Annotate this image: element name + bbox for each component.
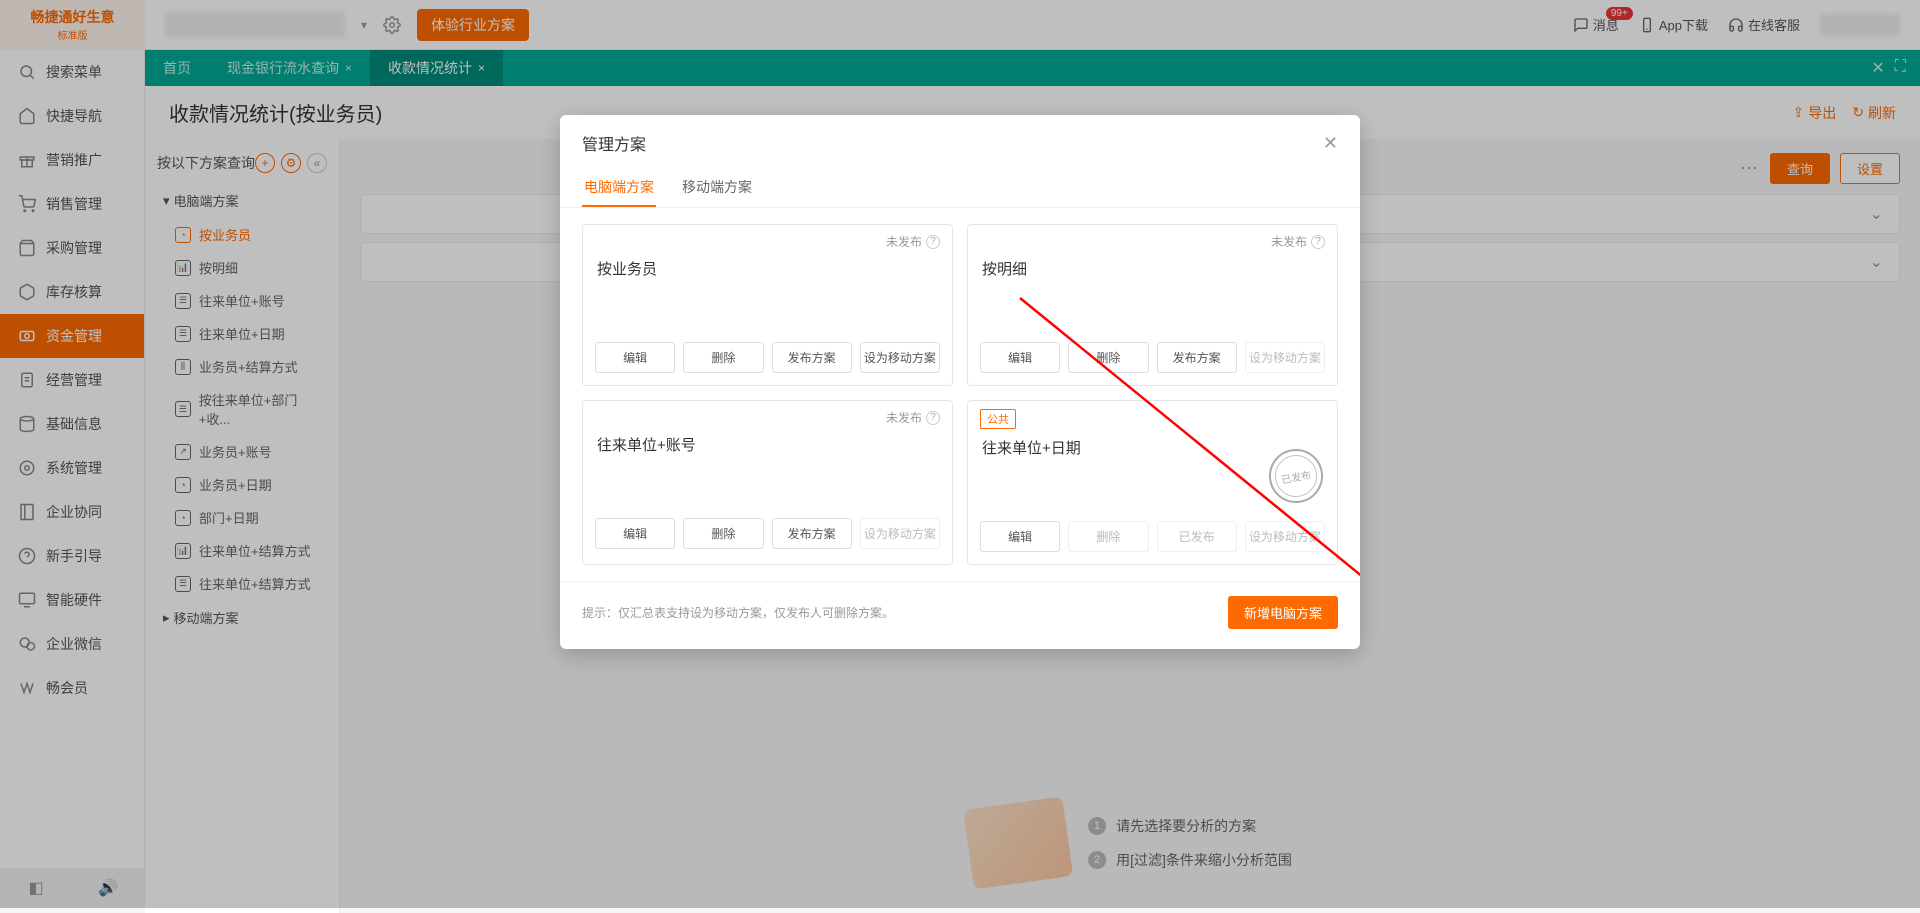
set-mobile-button[interactable]: 设为移动方案 — [860, 342, 940, 373]
modal-overlay: 管理方案 ✕ 电脑端方案 移动端方案 未发布? 按业务员 编辑 删除 发布方案 … — [0, 0, 1920, 908]
modal-tab-mobile[interactable]: 移动端方案 — [680, 169, 754, 207]
card-status: 未发布? — [968, 225, 1337, 254]
edit-button[interactable]: 编辑 — [595, 342, 675, 373]
modal-hint: 提示：仅汇总表支持设为移动方案，仅发布人可删除方案。 — [582, 604, 894, 621]
card-actions: 编辑 删除 已发布 设为移动方案 — [968, 511, 1337, 564]
modal-close-icon[interactable]: ✕ — [1323, 133, 1338, 154]
modal-header: 管理方案 ✕ — [560, 115, 1360, 165]
info-icon[interactable]: ? — [926, 235, 940, 249]
modal-body: 未发布? 按业务员 编辑 删除 发布方案 设为移动方案 未发布? 按明细 编辑 … — [560, 208, 1360, 581]
card-status: 未发布? — [583, 401, 952, 430]
scheme-card: 未发布? 按业务员 编辑 删除 发布方案 设为移动方案 — [582, 224, 953, 386]
card-status: 未发布? — [583, 225, 952, 254]
delete-button: 删除 — [1068, 521, 1148, 552]
edit-button[interactable]: 编辑 — [595, 518, 675, 549]
delete-button[interactable]: 删除 — [683, 342, 763, 373]
card-title: 按明细 — [968, 254, 1337, 332]
set-mobile-button: 设为移动方案 — [1245, 521, 1325, 552]
info-icon[interactable]: ? — [1311, 235, 1325, 249]
scheme-card: 公共 往来单位+日期 已发布 编辑 删除 已发布 设为移动方案 — [967, 400, 1338, 565]
card-title: 按业务员 — [583, 254, 952, 332]
publish-button[interactable]: 发布方案 — [1157, 342, 1237, 373]
modal-tab-desktop[interactable]: 电脑端方案 — [582, 169, 656, 207]
manage-scheme-modal: 管理方案 ✕ 电脑端方案 移动端方案 未发布? 按业务员 编辑 删除 发布方案 … — [560, 115, 1360, 649]
delete-button[interactable]: 删除 — [683, 518, 763, 549]
publish-button[interactable]: 发布方案 — [772, 342, 852, 373]
modal-tabs: 电脑端方案 移动端方案 — [560, 165, 1360, 208]
modal-footer: 提示：仅汇总表支持设为移动方案，仅发布人可删除方案。 新增电脑方案 — [560, 581, 1360, 649]
add-desktop-scheme-button[interactable]: 新增电脑方案 — [1228, 596, 1338, 629]
info-icon[interactable]: ? — [926, 411, 940, 425]
status-label: 未发布 — [886, 409, 922, 426]
card-title: 往来单位+账号 — [583, 430, 952, 508]
set-mobile-button: 设为移动方案 — [1245, 342, 1325, 373]
status-label: 未发布 — [1271, 233, 1307, 250]
edit-button[interactable]: 编辑 — [980, 342, 1060, 373]
status-label: 未发布 — [886, 233, 922, 250]
delete-button[interactable]: 删除 — [1068, 342, 1148, 373]
edit-button[interactable]: 编辑 — [980, 521, 1060, 552]
scheme-card: 未发布? 往来单位+账号 编辑 删除 发布方案 设为移动方案 — [582, 400, 953, 565]
modal-title: 管理方案 — [582, 131, 646, 155]
card-actions: 编辑 删除 发布方案 设为移动方案 — [583, 332, 952, 385]
public-tag: 公共 — [980, 409, 1016, 429]
card-actions: 编辑 删除 发布方案 设为移动方案 — [968, 332, 1337, 385]
scheme-card: 未发布? 按明细 编辑 删除 发布方案 设为移动方案 — [967, 224, 1338, 386]
published-button: 已发布 — [1157, 521, 1237, 552]
set-mobile-button: 设为移动方案 — [860, 518, 940, 549]
publish-button[interactable]: 发布方案 — [772, 518, 852, 549]
card-actions: 编辑 删除 发布方案 设为移动方案 — [583, 508, 952, 561]
card-status: 公共 — [968, 401, 1337, 433]
